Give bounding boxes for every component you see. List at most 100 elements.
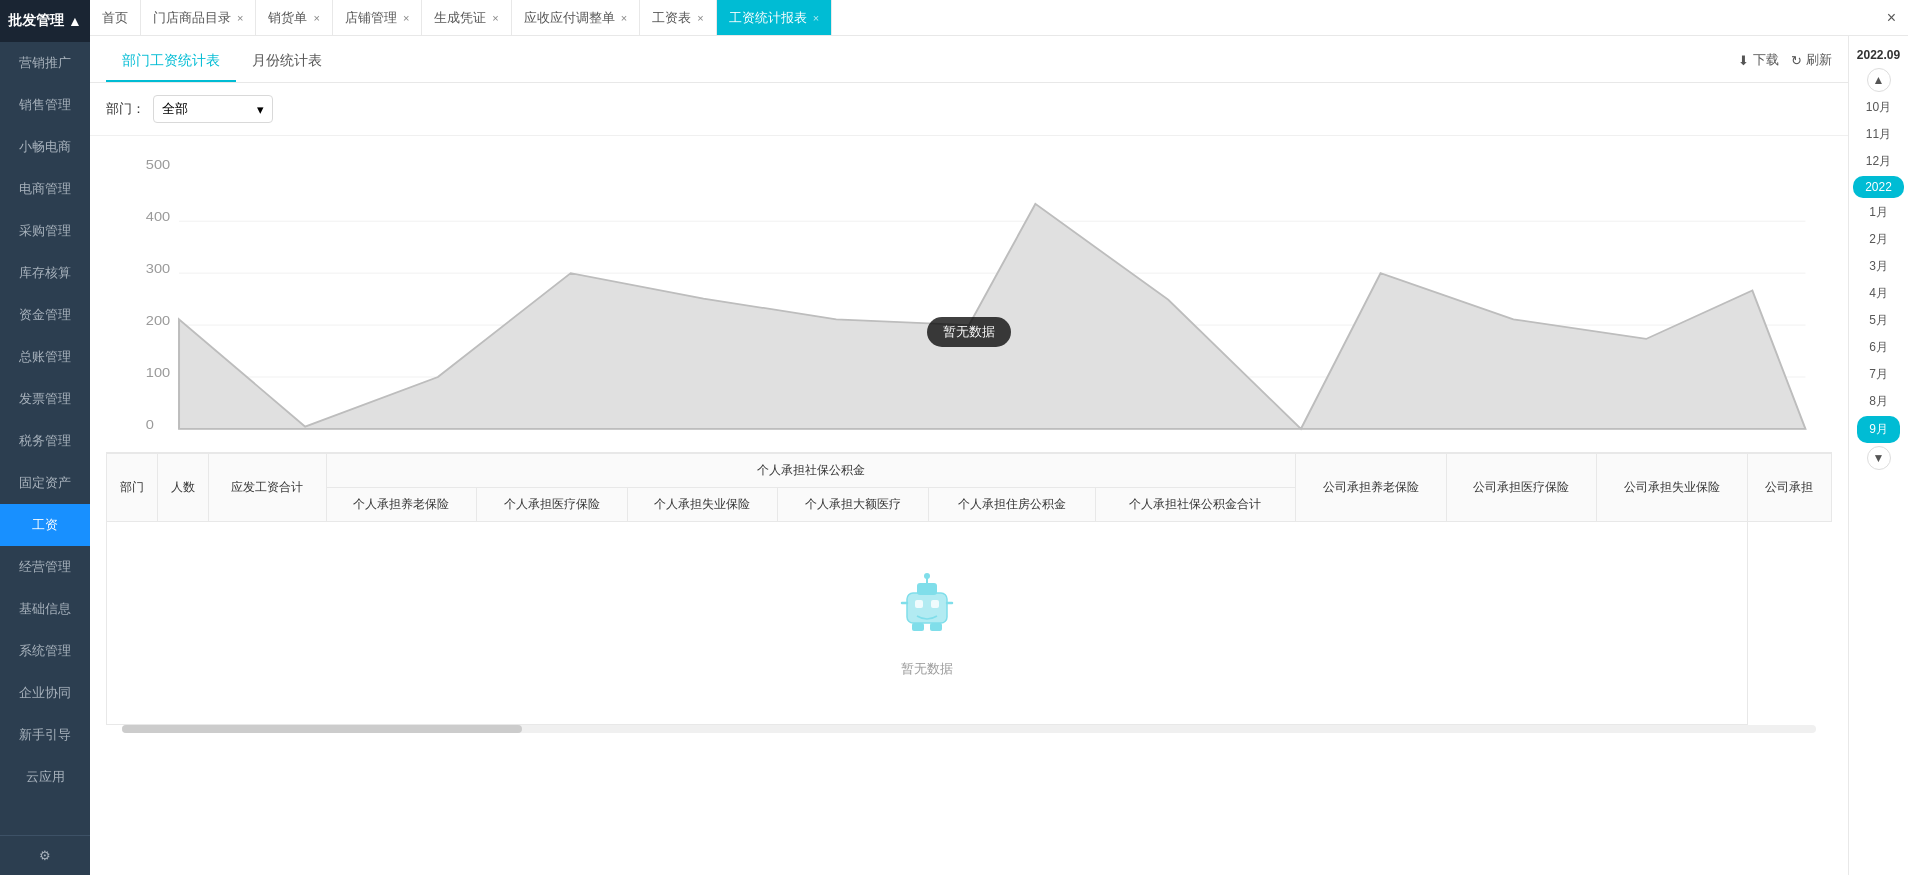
th-company-more: 公司承担	[1747, 454, 1831, 522]
tab-shop-catalog[interactable]: 门店商品目录 ×	[141, 0, 256, 36]
sidebar-item-yyyp[interactable]: 云应用	[0, 756, 90, 798]
svg-text:300: 300	[146, 262, 171, 276]
sidebar-item-xsgl[interactable]: 销售管理	[0, 84, 90, 126]
close-tab-produce-cert[interactable]: ×	[492, 12, 498, 24]
tab-ar-ap[interactable]: 应收应付调整单 ×	[512, 0, 640, 36]
tab-bar: 首页 门店商品目录 × 销货单 × 店铺管理 × 生成凭证 × 应收应付调整单 …	[90, 0, 1908, 36]
chevron-down-icon: ▾	[257, 102, 264, 117]
tab-produce-cert[interactable]: 生成凭证 ×	[422, 0, 511, 36]
sidebar-header[interactable]: 批发管理 ▲	[0, 0, 90, 42]
svg-text:100: 100	[146, 366, 171, 380]
close-all-tabs[interactable]: ×	[1875, 0, 1908, 36]
sidebar-item-xtgl[interactable]: 系统管理	[0, 630, 90, 672]
timeline-down-nav[interactable]: ▼	[1867, 446, 1891, 470]
page-content: 部门工资统计表 月份统计表 ⬇ 下载 ↻ 刷新	[90, 36, 1908, 875]
tab-home[interactable]: 首页	[90, 0, 141, 36]
refresh-button[interactable]: ↻ 刷新	[1791, 51, 1832, 69]
svg-text:0: 0	[146, 418, 155, 432]
timeline-jun[interactable]: 6月	[1849, 334, 1908, 361]
close-tab-ar-ap[interactable]: ×	[621, 12, 627, 24]
timeline-aug[interactable]: 8月	[1849, 388, 1908, 415]
th-personal-medical: 个人承担医疗保险	[477, 488, 628, 522]
svg-rect-15	[915, 600, 923, 608]
th-company-pension: 公司承担养老保险	[1296, 454, 1447, 522]
sidebar-item-qyxt[interactable]: 企业协同	[0, 672, 90, 714]
timeline-may[interactable]: 5月	[1849, 307, 1908, 334]
th-personal-major-medical: 个人承担大额医疗	[778, 488, 929, 522]
main-content: 首页 门店商品目录 × 销货单 × 店铺管理 × 生成凭证 × 应收应付调整单 …	[90, 0, 1908, 875]
timeline-sep[interactable]: 9月	[1857, 416, 1900, 443]
tab-sales-order[interactable]: 销货单 ×	[256, 0, 332, 36]
sidebar-item-gz[interactable]: 工资	[0, 504, 90, 546]
svg-rect-20	[930, 623, 942, 631]
sidebar-item-zjgl[interactable]: 资金管理	[0, 294, 90, 336]
sidebar-item-xcel[interactable]: 小畅电商	[0, 126, 90, 168]
timeline-mar[interactable]: 3月	[1849, 253, 1908, 280]
timeline-jan[interactable]: 1月	[1849, 199, 1908, 226]
sidebar-item-xsyd[interactable]: 新手引导	[0, 714, 90, 756]
timeline-oct[interactable]: 10月	[1849, 94, 1908, 121]
svg-rect-12	[917, 583, 937, 595]
timeline-year-2022[interactable]: 2022	[1853, 176, 1904, 198]
timeline-feb[interactable]: 2月	[1849, 226, 1908, 253]
sidebar-item-dsgl[interactable]: 电商管理	[0, 168, 90, 210]
sub-tab-dept-stats[interactable]: 部门工资统计表	[106, 46, 236, 82]
sub-tab-month-stats[interactable]: 月份统计表	[236, 46, 338, 82]
refresh-icon: ↻	[1791, 53, 1802, 68]
sidebar-expand-icon: ▲	[68, 13, 82, 29]
th-personal-insurance-group: 个人承担社保公积金	[326, 454, 1295, 488]
close-tab-payroll-report[interactable]: ×	[813, 12, 819, 24]
sidebar-title: 批发管理	[8, 12, 64, 30]
timeline-jul[interactable]: 7月	[1849, 361, 1908, 388]
th-company-medical: 公司承担医疗保险	[1446, 454, 1597, 522]
timeline-nov[interactable]: 11月	[1849, 121, 1908, 148]
th-personal-housing-fund: 个人承担住房公积金	[928, 488, 1095, 522]
th-count: 人数	[158, 454, 209, 522]
sidebar-item-kchs[interactable]: 库存核算	[0, 252, 90, 294]
tab-shop-mgmt[interactable]: 店铺管理 ×	[333, 0, 422, 36]
close-tab-sales-order[interactable]: ×	[313, 12, 319, 24]
sidebar-item-zzgl[interactable]: 总账管理	[0, 336, 90, 378]
dept-filter-select[interactable]: 全部 ▾	[153, 95, 273, 123]
sidebar-item-jcxx[interactable]: 基础信息	[0, 588, 90, 630]
empty-robot-icon	[887, 568, 967, 648]
chart-container: 0 100 200 300 400 500	[106, 152, 1832, 452]
sub-tabs-bar: 部门工资统计表 月份统计表 ⬇ 下载 ↻ 刷新	[90, 36, 1848, 83]
close-tab-shop-mgmt[interactable]: ×	[403, 12, 409, 24]
chart-tooltip: 暂无数据	[927, 317, 1011, 347]
close-tab-shop-catalog[interactable]: ×	[237, 12, 243, 24]
download-icon: ⬇	[1738, 53, 1749, 68]
scrollbar-thumb[interactable]	[122, 725, 522, 733]
chart-area: 0 100 200 300 400 500	[90, 136, 1848, 875]
empty-state: 暂无数据	[113, 528, 1741, 718]
th-personal-pension: 个人承担养老保险	[326, 488, 477, 522]
th-personal-total: 个人承担社保公积金合计	[1095, 488, 1295, 522]
sidebar-item-swgl[interactable]: 税务管理	[0, 420, 90, 462]
svg-rect-16	[931, 600, 939, 608]
sidebar-item-cggl[interactable]: 采购管理	[0, 210, 90, 252]
timeline-dec[interactable]: 12月	[1849, 148, 1908, 175]
th-dept: 部门	[107, 454, 158, 522]
th-total-salary: 应发工资合计	[209, 454, 326, 522]
timeline-apr[interactable]: 4月	[1849, 280, 1908, 307]
sidebar-item-gdcz[interactable]: 固定资产	[0, 462, 90, 504]
table-empty-row: 暂无数据	[107, 522, 1832, 725]
sidebar: 批发管理 ▲ 营销推广 销售管理 小畅电商 电商管理 采购管理 库存核算 资金管…	[0, 0, 90, 875]
svg-text:200: 200	[146, 314, 171, 328]
table-area: 部门 人数 应发工资合计 个人承担社保公积金 公司承担养老保险 公司承担医疗保险…	[106, 452, 1832, 725]
tab-payroll[interactable]: 工资表 ×	[640, 0, 716, 36]
timeline-up-nav[interactable]: ▲	[1867, 68, 1891, 92]
sidebar-item-yxtt[interactable]: 营销推广	[0, 42, 90, 84]
th-company-unemployment: 公司承担失业保险	[1597, 454, 1748, 522]
empty-text: 暂无数据	[901, 660, 953, 678]
close-tab-payroll[interactable]: ×	[697, 12, 703, 24]
sidebar-item-fpgl[interactable]: 发票管理	[0, 378, 90, 420]
sidebar-item-jygl[interactable]: 经营管理	[0, 546, 90, 588]
svg-point-14	[924, 573, 930, 579]
download-button[interactable]: ⬇ 下载	[1738, 51, 1779, 69]
svg-text:500: 500	[146, 158, 171, 172]
horizontal-scrollbar[interactable]	[122, 725, 1816, 733]
settings-button[interactable]: ⚙	[0, 835, 90, 875]
svg-rect-19	[912, 623, 924, 631]
tab-payroll-report[interactable]: 工资统计报表 ×	[717, 0, 832, 36]
